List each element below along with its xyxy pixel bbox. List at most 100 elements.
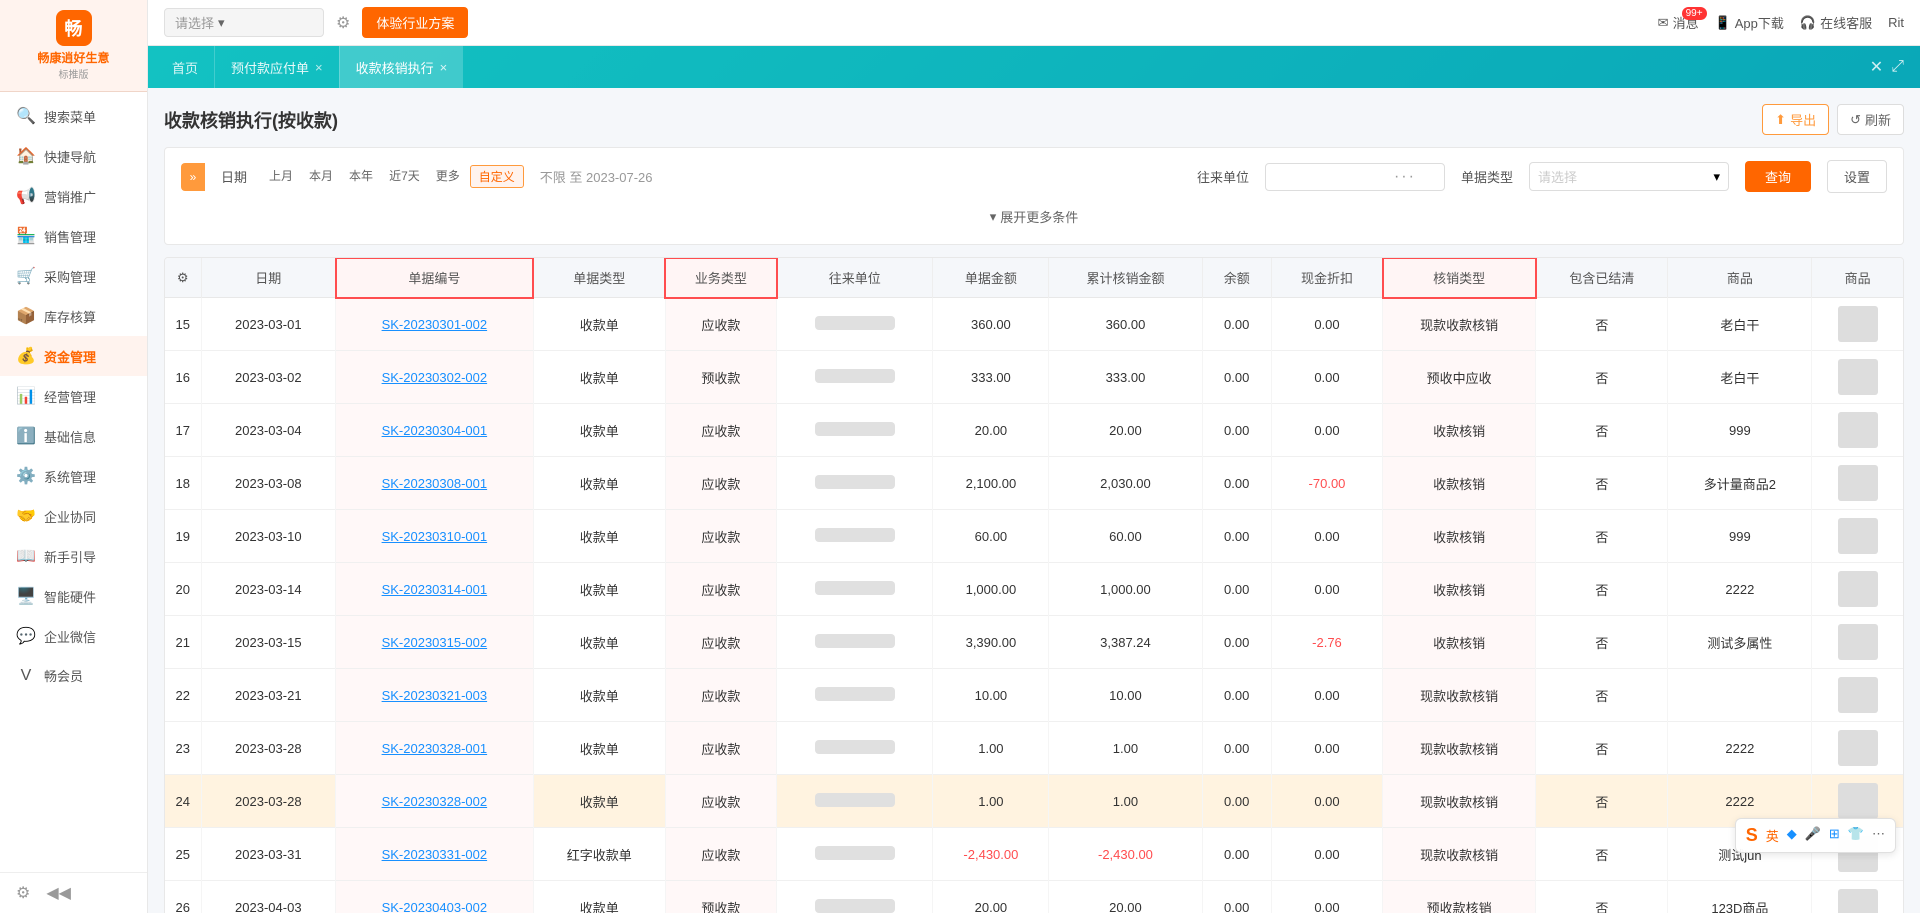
bill-no-link[interactable]: SK-20230315-002	[382, 635, 488, 650]
td-no: 16	[165, 351, 201, 404]
td-cancel-type: 收款核销	[1383, 457, 1536, 510]
sidebar-item-operation[interactable]: 📊经营管理	[0, 376, 147, 416]
sidebar-item-capital[interactable]: 💰资金管理	[0, 336, 147, 376]
settings-button[interactable]: 设置	[1827, 160, 1887, 193]
sidebar-item-inventory[interactable]: 📦库存核算	[0, 296, 147, 336]
bill-no-link[interactable]: SK-20230314-001	[382, 582, 488, 597]
export-button[interactable]: ⬆ 导出	[1762, 104, 1829, 135]
td-no: 23	[165, 722, 201, 775]
sidebar-item-hardware[interactable]: 🖥️智能硬件	[0, 576, 147, 616]
td-include-settled: 否	[1536, 457, 1668, 510]
floating-more-icon[interactable]: ⋯	[1872, 826, 1885, 845]
partner-select[interactable]: ···	[1265, 163, 1445, 191]
topbar-select-value: 请选择	[175, 13, 214, 32]
td-accum-cancel: 1.00	[1049, 775, 1202, 828]
sidebar-item-sales[interactable]: 🏪销售管理	[0, 216, 147, 256]
td-goods	[1668, 669, 1812, 722]
floating-grid-icon[interactable]: ⊞	[1829, 826, 1840, 845]
topbar-select[interactable]: 请选择 ▾	[164, 8, 324, 37]
topbar-message[interactable]: ✉ 消息 99+	[1658, 13, 1699, 32]
topbar-app[interactable]: 📱 App下载	[1715, 13, 1784, 32]
td-include-settled: 否	[1536, 881, 1668, 913]
topbar-gear-icon[interactable]: ⚙	[336, 13, 350, 33]
app-icon: 📱	[1715, 15, 1731, 31]
sidebar-icon-enterprise: 🤝	[16, 506, 36, 526]
sidebar-item-quick-nav[interactable]: 🏠快捷导航	[0, 136, 147, 176]
bill-no-link[interactable]: SK-20230331-002	[382, 847, 488, 862]
tab-home[interactable]: 首页	[156, 46, 214, 88]
td-accum-cancel: 3,387.24	[1049, 616, 1202, 669]
date-btn-custom[interactable]: 自定义	[470, 165, 524, 188]
sidebar-item-wechat[interactable]: 💬企业微信	[0, 616, 147, 656]
date-btn-last-month[interactable]: 上月	[263, 165, 299, 188]
filter-toggle-button[interactable]: »	[181, 163, 205, 191]
sidebar-item-basic-info[interactable]: ℹ️基础信息	[0, 416, 147, 456]
topbar-user[interactable]: Rit	[1888, 15, 1904, 30]
sidebar-item-guide[interactable]: 📖新手引导	[0, 536, 147, 576]
table-body: 15 2023-03-01 SK-20230301-002 收款单 应收款 36…	[165, 298, 1903, 913]
bill-no-link[interactable]: SK-20230302-002	[382, 370, 488, 385]
tab-close-btn[interactable]: ✕	[1870, 57, 1883, 77]
refresh-button[interactable]: ↺ 刷新	[1837, 104, 1904, 135]
sidebar-item-member[interactable]: V畅会员	[0, 656, 147, 695]
partner-dots[interactable]: ···	[1394, 168, 1416, 186]
td-date: 2023-03-10	[201, 510, 336, 563]
td-goods: 999	[1668, 404, 1812, 457]
receivable-tab-close[interactable]: ×	[440, 60, 448, 75]
td-bill-type: 收款单	[533, 510, 665, 563]
td-goods2	[1812, 563, 1903, 616]
sidebar-item-marketing[interactable]: 📢营销推广	[0, 176, 147, 216]
bill-no-link[interactable]: SK-20230308-001	[382, 476, 488, 491]
td-goods: 999	[1668, 510, 1812, 563]
bill-no-link[interactable]: SK-20230304-001	[382, 423, 488, 438]
date-btn-more[interactable]: 更多	[430, 165, 466, 188]
sidebar-settings-btn[interactable]: ⚙	[16, 883, 30, 903]
td-balance: 0.00	[1202, 510, 1271, 563]
td-bill-no: SK-20230304-001	[336, 404, 534, 457]
bill-no-link[interactable]: SK-20230328-002	[382, 794, 488, 809]
td-goods2	[1812, 298, 1903, 351]
receivable-tab-label: 收款核销执行	[356, 58, 434, 77]
tab-receivable[interactable]: 收款核销执行 ×	[339, 46, 464, 88]
td-accum-cancel: 60.00	[1049, 510, 1202, 563]
refresh-icon: ↺	[1850, 112, 1861, 128]
service-label: 在线客服	[1820, 13, 1872, 32]
th-settings[interactable]: ⚙	[165, 258, 201, 298]
solution-button[interactable]: 体验行业方案	[362, 7, 468, 38]
td-date: 2023-03-14	[201, 563, 336, 616]
sidebar-label-guide: 新手引导	[44, 547, 96, 566]
bill-no-link[interactable]: SK-20230328-001	[382, 741, 488, 756]
floating-diamond-icon[interactable]: ◆	[1787, 826, 1797, 845]
td-partner	[777, 298, 933, 351]
date-btn-this-year[interactable]: 本年	[343, 165, 379, 188]
floating-mic-icon[interactable]: 🎤	[1805, 826, 1821, 845]
floating-shirt-icon[interactable]: 👕	[1848, 826, 1864, 845]
date-btn-this-month[interactable]: 本月	[303, 165, 339, 188]
tab-prepay[interactable]: 预付款应付单 ×	[214, 46, 339, 88]
query-button[interactable]: 查询	[1745, 161, 1811, 192]
td-bill-amount: 20.00	[933, 881, 1049, 913]
sidebar-collapse-btn[interactable]: ◀◀	[46, 883, 71, 903]
bill-no-link[interactable]: SK-20230321-003	[382, 688, 488, 703]
td-partner	[777, 881, 933, 913]
bill-no-link[interactable]: SK-20230403-002	[382, 900, 488, 913]
tab-expand-btn[interactable]: ⤢	[1891, 57, 1904, 77]
tabs-container: 首页 预付款应付单 × 收款核销执行 ×	[156, 46, 463, 88]
th-biz-type: 业务类型	[665, 258, 776, 298]
td-cancel-type: 预收中应收	[1383, 351, 1536, 404]
td-cancel-type: 现款收款核销	[1383, 669, 1536, 722]
sidebar-item-sys-manage[interactable]: ⚙️系统管理	[0, 456, 147, 496]
td-cash-discount: 0.00	[1271, 881, 1382, 913]
floating-english-icon[interactable]: 英	[1766, 826, 1779, 845]
bill-no-link[interactable]: SK-20230310-001	[382, 529, 488, 544]
prepay-tab-close[interactable]: ×	[315, 60, 323, 75]
filter-bar: » 日期 上月 本月 本年 近7天 更多 自定义 不限 至 2023-07-26…	[164, 147, 1904, 245]
filter-expand-btn[interactable]: ▾ 展开更多条件	[990, 201, 1079, 232]
topbar-service[interactable]: 🎧 在线客服	[1800, 13, 1872, 32]
sidebar-item-search-menu[interactable]: 🔍搜索菜单	[0, 96, 147, 136]
sidebar-item-purchase[interactable]: 🛒采购管理	[0, 256, 147, 296]
date-btn-7days[interactable]: 近7天	[383, 165, 426, 188]
sidebar-item-enterprise[interactable]: 🤝企业协同	[0, 496, 147, 536]
bill-no-link[interactable]: SK-20230301-002	[382, 317, 488, 332]
bill-type-select[interactable]: 请选择 ▾	[1529, 162, 1729, 191]
